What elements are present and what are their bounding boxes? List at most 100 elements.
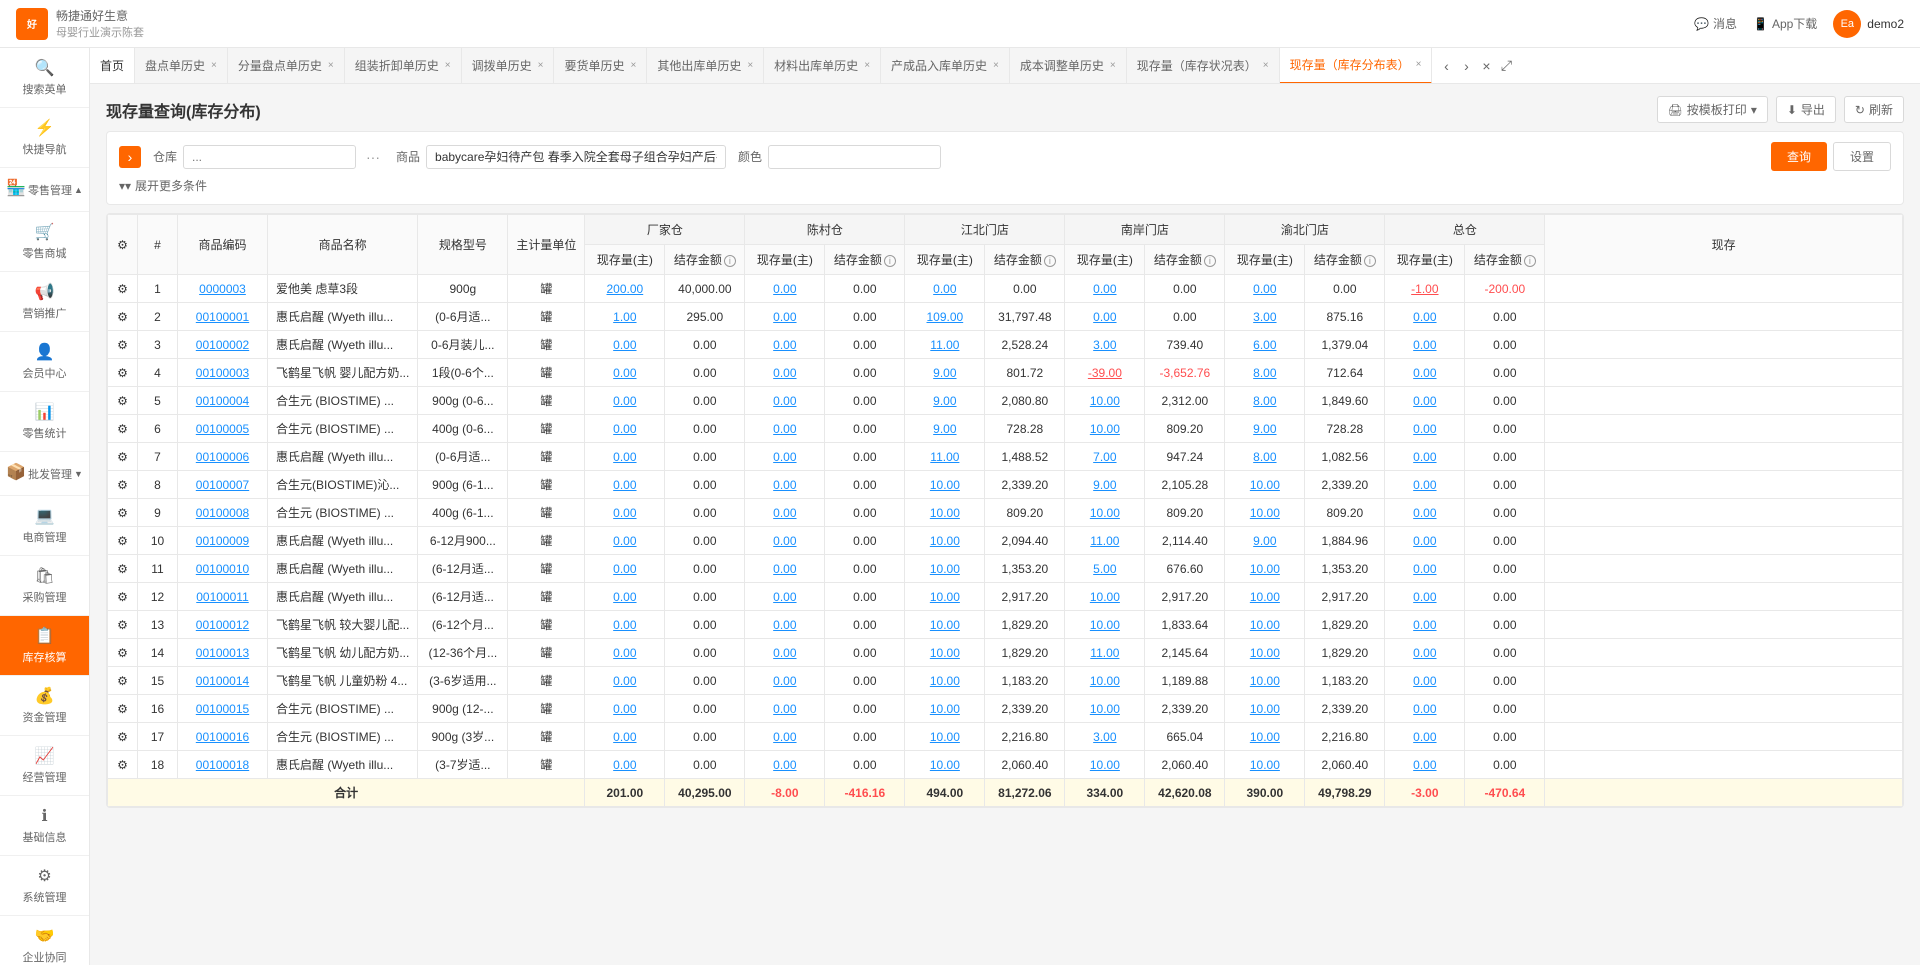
td-total-qty[interactable]: 0.00	[1385, 471, 1465, 499]
td-jiangbei-qty[interactable]: 11.00	[905, 443, 985, 471]
td-chenlin-qty[interactable]: 0.00	[745, 639, 825, 667]
th-gear[interactable]: ⚙	[108, 215, 138, 275]
td-gear[interactable]: ⚙	[108, 387, 138, 415]
td-gear[interactable]: ⚙	[108, 415, 138, 443]
td-yuanbei-qty[interactable]: 10.00	[1225, 611, 1305, 639]
sidebar-item-retail-shop[interactable]: 🛒 零售商城	[0, 212, 89, 272]
td-code[interactable]: 00100009	[178, 527, 268, 555]
td-chenlin-qty[interactable]: 0.00	[745, 751, 825, 779]
td-jiangbei-qty[interactable]: 10.00	[905, 555, 985, 583]
td-total-qty[interactable]: 0.00	[1385, 387, 1465, 415]
tab-cost-adjust[interactable]: 成本调整单历史 ×	[1010, 48, 1127, 84]
td-chenlin-qty[interactable]: 0.00	[745, 443, 825, 471]
app-download-btn[interactable]: 📱 App下载	[1753, 15, 1817, 32]
sidebar-item-enterprise[interactable]: 🤝 企业协同	[0, 916, 89, 965]
tab-assembly[interactable]: 组装折卸单历史 ×	[345, 48, 462, 84]
td-total-qty[interactable]: 0.00	[1385, 499, 1465, 527]
td-nanang-qty[interactable]: 0.00	[1065, 303, 1145, 331]
td-yuanbei-qty[interactable]: 6.00	[1225, 331, 1305, 359]
expand-conditions-btn[interactable]: ▾▾ 展开更多条件	[119, 177, 1891, 194]
tab-request[interactable]: 要货单历史 ×	[554, 48, 647, 84]
td-code[interactable]: 00100006	[178, 443, 268, 471]
td-code[interactable]: 00100016	[178, 723, 268, 751]
td-code[interactable]: 00100013	[178, 639, 268, 667]
td-yuanbei-qty[interactable]: 10.00	[1225, 695, 1305, 723]
td-jiangbei-qty[interactable]: 10.00	[905, 499, 985, 527]
td-factory-qty[interactable]: 0.00	[585, 583, 665, 611]
td-chenlin-qty[interactable]: 0.00	[745, 303, 825, 331]
search-btn[interactable]: 查询	[1771, 142, 1827, 171]
td-total-qty[interactable]: 0.00	[1385, 555, 1465, 583]
td-nanang-qty[interactable]: 11.00	[1065, 527, 1145, 555]
tab-adjust[interactable]: 调拨单历史 ×	[462, 48, 555, 84]
info-icon[interactable]: i	[1044, 255, 1056, 267]
td-code[interactable]: 00100007	[178, 471, 268, 499]
td-nanang-qty[interactable]: 10.00	[1065, 583, 1145, 611]
close-icon[interactable]: ×	[328, 60, 334, 71]
sidebar-item-purchase[interactable]: 🛍 采购管理	[0, 556, 89, 616]
td-nanang-qty[interactable]: 9.00	[1065, 471, 1145, 499]
td-gear[interactable]: ⚙	[108, 611, 138, 639]
td-chenlin-qty[interactable]: 0.00	[745, 583, 825, 611]
td-factory-qty[interactable]: 0.00	[585, 527, 665, 555]
info-icon[interactable]: i	[1364, 255, 1376, 267]
info-icon[interactable]: i	[1524, 255, 1536, 267]
td-factory-qty[interactable]: 0.00	[585, 387, 665, 415]
sidebar-item-retail-mgmt[interactable]: 🏪 零售管理 ▲	[0, 168, 89, 212]
td-yuanbei-qty[interactable]: 10.00	[1225, 499, 1305, 527]
goods-input[interactable]	[426, 145, 726, 169]
td-gear[interactable]: ⚙	[108, 555, 138, 583]
td-chenlin-qty[interactable]: 0.00	[745, 555, 825, 583]
tab-home[interactable]: 首页	[90, 48, 135, 84]
td-nanang-qty[interactable]: 11.00	[1065, 639, 1145, 667]
td-jiangbei-qty[interactable]: 9.00	[905, 387, 985, 415]
td-total-qty[interactable]: 0.00	[1385, 359, 1465, 387]
td-factory-qty[interactable]: 1.00	[585, 303, 665, 331]
td-total-qty[interactable]: -1.00	[1385, 275, 1465, 303]
sidebar-item-member[interactable]: 👤 会员中心	[0, 332, 89, 392]
nav-prev[interactable]: ‹	[1436, 56, 1456, 76]
td-jiangbei-qty[interactable]: 9.00	[905, 415, 985, 443]
nav-next[interactable]: ›	[1456, 56, 1476, 76]
td-gear[interactable]: ⚙	[108, 303, 138, 331]
nav-close[interactable]: ×	[1476, 56, 1496, 76]
td-chenlin-qty[interactable]: 0.00	[745, 331, 825, 359]
td-total-qty[interactable]: 0.00	[1385, 303, 1465, 331]
td-chenlin-qty[interactable]: 0.00	[745, 275, 825, 303]
close-icon[interactable]: ×	[538, 60, 544, 71]
td-nanang-qty[interactable]: 3.00	[1065, 723, 1145, 751]
td-factory-qty[interactable]: 0.00	[585, 723, 665, 751]
td-total-qty[interactable]: 0.00	[1385, 415, 1465, 443]
td-gear[interactable]: ⚙	[108, 443, 138, 471]
close-icon[interactable]: ×	[1110, 60, 1116, 71]
td-jiangbei-qty[interactable]: 10.00	[905, 611, 985, 639]
td-gear[interactable]: ⚙	[108, 639, 138, 667]
td-chenlin-qty[interactable]: 0.00	[745, 611, 825, 639]
td-jiangbei-qty[interactable]: 11.00	[905, 331, 985, 359]
td-code[interactable]: 00100018	[178, 751, 268, 779]
td-jiangbei-qty[interactable]: 10.00	[905, 471, 985, 499]
close-icon[interactable]: ×	[1416, 59, 1422, 70]
td-jiangbei-qty[interactable]: 10.00	[905, 527, 985, 555]
td-code[interactable]: 00100011	[178, 583, 268, 611]
td-chenlin-qty[interactable]: 0.00	[745, 499, 825, 527]
td-chenlin-qty[interactable]: 0.00	[745, 387, 825, 415]
sidebar-item-system[interactable]: ⚙ 系统管理	[0, 856, 89, 916]
close-icon[interactable]: ×	[993, 60, 999, 71]
td-jiangbei-qty[interactable]: 10.00	[905, 639, 985, 667]
export-btn[interactable]: ⬇ 导出	[1776, 96, 1836, 123]
td-gear[interactable]: ⚙	[108, 583, 138, 611]
close-icon[interactable]: ×	[445, 60, 451, 71]
td-factory-qty[interactable]: 0.00	[585, 555, 665, 583]
nav-expand[interactable]: ⤢	[1496, 56, 1516, 76]
sidebar-item-operation[interactable]: 📈 经营管理	[0, 736, 89, 796]
td-nanang-qty[interactable]: 10.00	[1065, 695, 1145, 723]
message-btn[interactable]: 💬 消息	[1694, 15, 1737, 32]
td-nanang-qty[interactable]: 0.00	[1065, 275, 1145, 303]
sidebar-item-basic[interactable]: ℹ 基础信息	[0, 796, 89, 856]
td-jiangbei-qty[interactable]: 10.00	[905, 695, 985, 723]
td-chenlin-qty[interactable]: 0.00	[745, 471, 825, 499]
td-jiangbei-qty[interactable]: 10.00	[905, 751, 985, 779]
tab-material-out[interactable]: 材料出库单历史 ×	[764, 48, 881, 84]
td-yuanbei-qty[interactable]: 10.00	[1225, 471, 1305, 499]
